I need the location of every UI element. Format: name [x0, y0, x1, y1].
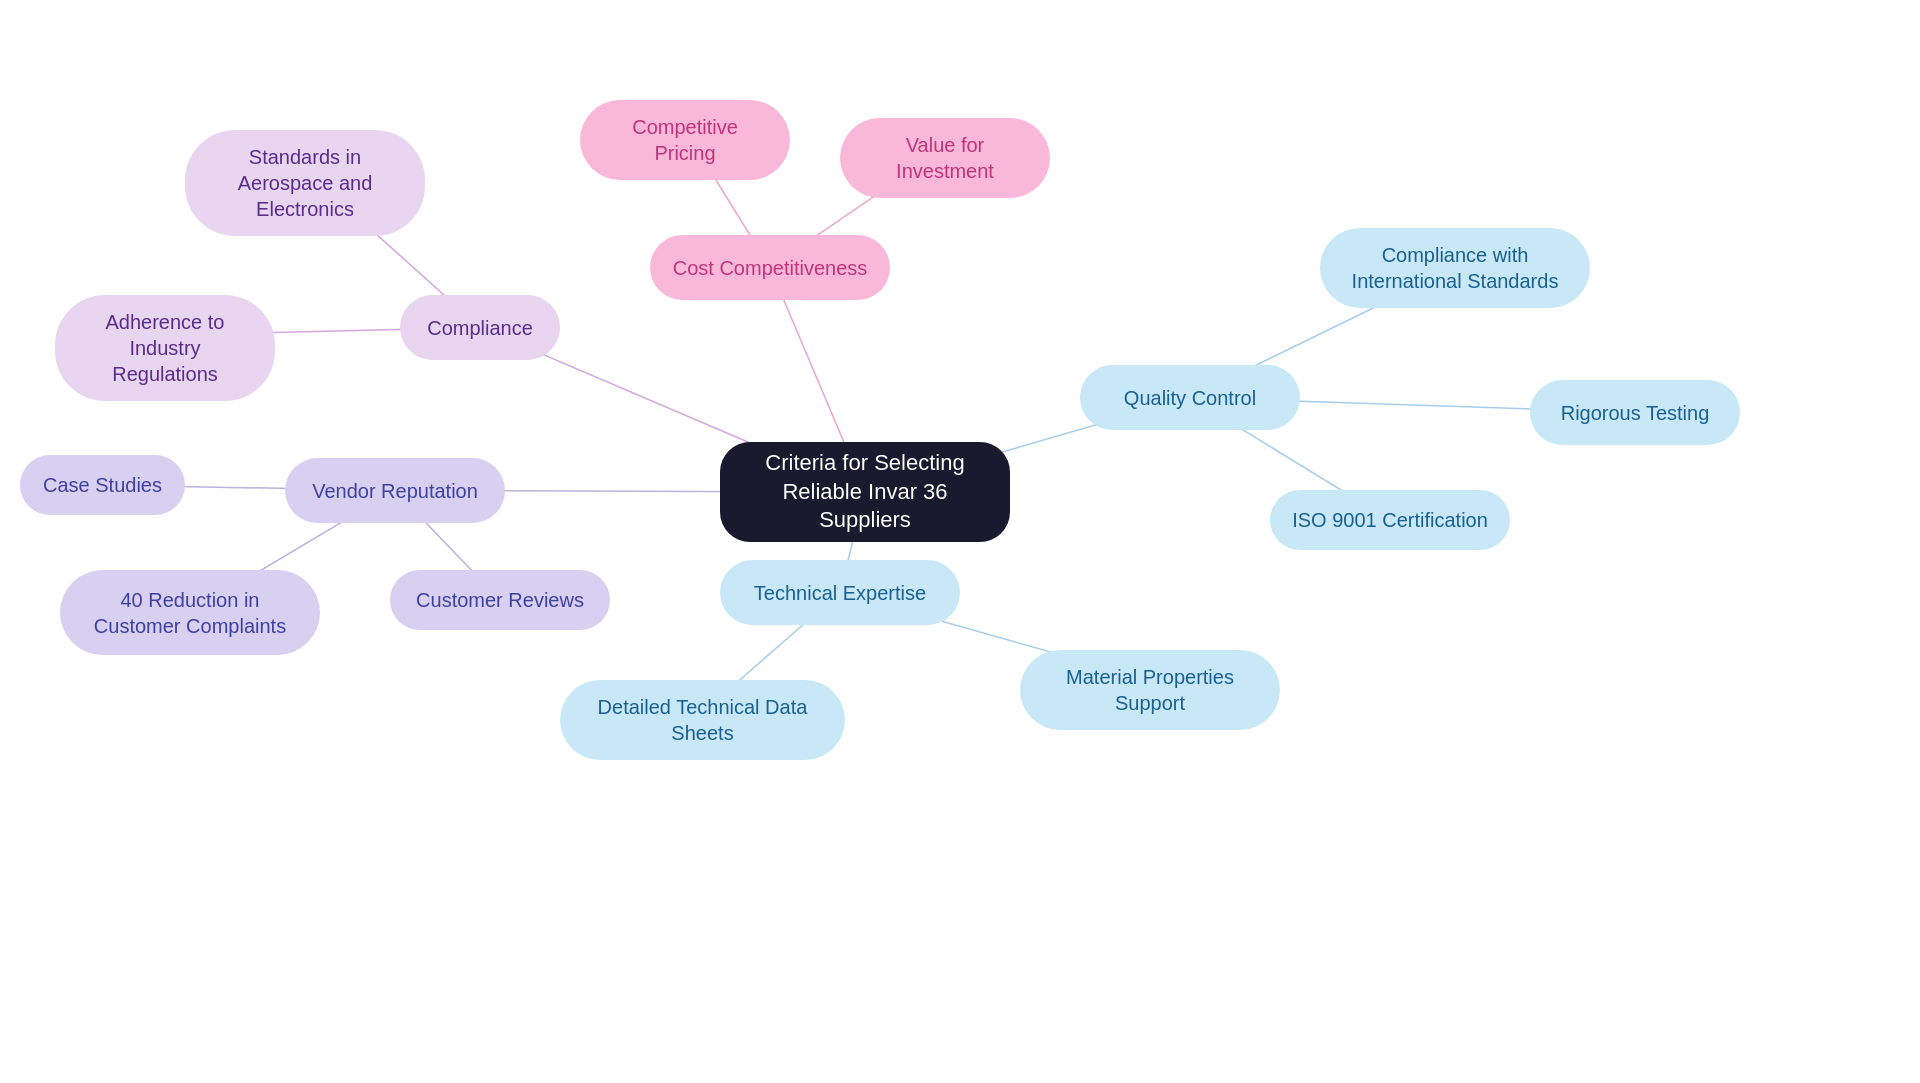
node-rigorous_testing: Rigorous Testing [1530, 380, 1740, 445]
node-value_investment: Value for Investment [840, 118, 1050, 198]
node-iso_cert: ISO 9001 Certification [1270, 490, 1510, 550]
node-case_studies: Case Studies [20, 455, 185, 515]
node-quality_control: Quality Control [1080, 365, 1300, 430]
node-cost_comp: Cost Competitiveness [650, 235, 890, 300]
mind-map: Criteria for Selecting Reliable Invar 36… [0, 0, 1920, 1083]
node-customer_reviews: Customer Reviews [390, 570, 610, 630]
node-tech_expertise: Technical Expertise [720, 560, 960, 625]
node-standards_ae: Standards in Aerospace and Electronics [185, 130, 425, 236]
node-center: Criteria for Selecting Reliable Invar 36… [720, 442, 1010, 542]
node-competitive_pricing: Competitive Pricing [580, 100, 790, 180]
node-detailed_sheets: Detailed Technical Data Sheets [560, 680, 845, 760]
node-compliance: Compliance [400, 295, 560, 360]
node-reduction_complaints: 40 Reduction in Customer Complaints [60, 570, 320, 655]
node-adherence: Adherence to Industry Regulations [55, 295, 275, 401]
node-vendor_rep: Vendor Reputation [285, 458, 505, 523]
node-material_support: Material Properties Support [1020, 650, 1280, 730]
node-compliance_intl: Compliance with International Standards [1320, 228, 1590, 308]
